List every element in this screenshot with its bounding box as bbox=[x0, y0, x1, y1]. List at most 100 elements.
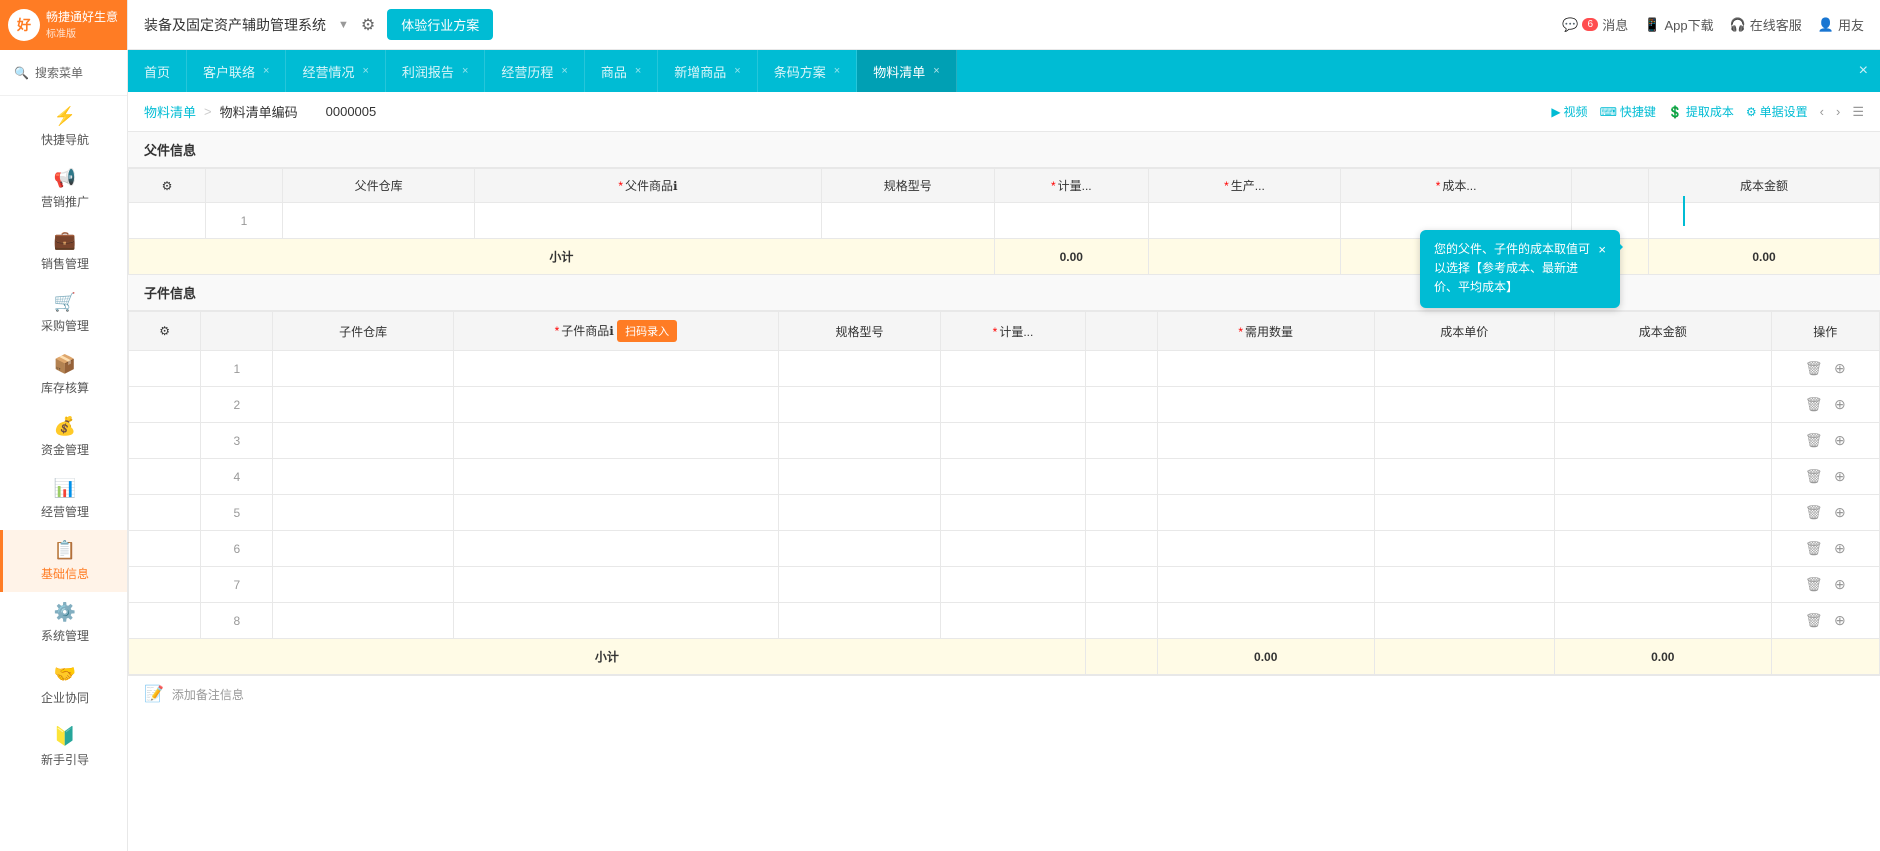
copy-button[interactable]: ⊕ bbox=[1830, 358, 1850, 379]
delete-button[interactable]: 🗑 bbox=[1801, 610, 1827, 631]
shortcut-action[interactable]: ⌨ 快捷键 bbox=[1600, 103, 1656, 120]
child-row4-price[interactable] bbox=[1374, 459, 1555, 495]
child-row4-unit[interactable] bbox=[941, 459, 1085, 495]
delete-button[interactable]: 🗑 bbox=[1801, 430, 1827, 451]
child-row7-unit[interactable] bbox=[941, 567, 1085, 603]
child-row2-price[interactable] bbox=[1374, 387, 1555, 423]
child-row8-warehouse[interactable] bbox=[273, 603, 454, 639]
sidebar-item-operations[interactable]: 📊 经营管理 bbox=[0, 468, 127, 530]
tab-profit-close[interactable]: × bbox=[462, 65, 468, 77]
child-row3-price[interactable] bbox=[1374, 423, 1555, 459]
nav-prev-icon[interactable]: ‹ bbox=[1820, 104, 1824, 119]
child-row4-qty[interactable] bbox=[1157, 459, 1374, 495]
child-row8-product[interactable] bbox=[453, 603, 778, 639]
child-row5-price[interactable] bbox=[1374, 495, 1555, 531]
parent-row-prod[interactable] bbox=[1148, 203, 1340, 239]
tab-history-close[interactable]: × bbox=[561, 65, 567, 77]
user-item[interactable]: 👤 用友 bbox=[1818, 15, 1864, 34]
child-row2-product[interactable] bbox=[453, 387, 778, 423]
search-button[interactable]: 🔍 搜索菜单 bbox=[8, 58, 119, 87]
child-row1-price[interactable] bbox=[1374, 351, 1555, 387]
delete-button[interactable]: 🗑 bbox=[1801, 574, 1827, 595]
sidebar-item-inventory[interactable]: 📦 库存核算 bbox=[0, 344, 127, 406]
child-row1-warehouse[interactable] bbox=[273, 351, 454, 387]
tab-bom[interactable]: 物料清单 × bbox=[857, 50, 956, 92]
copy-button[interactable]: ⊕ bbox=[1830, 610, 1850, 631]
sidebar-item-finance[interactable]: 💰 资金管理 bbox=[0, 406, 127, 468]
child-row1-unit[interactable] bbox=[941, 351, 1085, 387]
single-settings-action[interactable]: ⚙ 单据设置 bbox=[1746, 103, 1808, 120]
copy-button[interactable]: ⊕ bbox=[1830, 574, 1850, 595]
child-row6-unit[interactable] bbox=[941, 531, 1085, 567]
child-row5-unit[interactable] bbox=[941, 495, 1085, 531]
tooltip-close-btn[interactable]: × bbox=[1598, 240, 1606, 261]
child-row1-qty[interactable] bbox=[1157, 351, 1374, 387]
copy-button[interactable]: ⊕ bbox=[1830, 394, 1850, 415]
menu-icon[interactable]: ☰ bbox=[1852, 104, 1864, 120]
child-row3-qty[interactable] bbox=[1157, 423, 1374, 459]
child-row6-qty[interactable] bbox=[1157, 531, 1374, 567]
tab-bom-close[interactable]: × bbox=[933, 65, 939, 77]
tab-goods-close[interactable]: × bbox=[635, 65, 641, 77]
parent-row-unit[interactable] bbox=[994, 203, 1148, 239]
child-row1-product[interactable] bbox=[453, 351, 778, 387]
view-action[interactable]: ▶ 视频 bbox=[1551, 103, 1587, 120]
child-row3-unit[interactable] bbox=[941, 423, 1085, 459]
message-item[interactable]: 💬 6 消息 bbox=[1562, 15, 1628, 34]
child-row4-warehouse[interactable] bbox=[273, 459, 454, 495]
tab-history[interactable]: 经营历程 × bbox=[485, 50, 584, 92]
child-row8-unit[interactable] bbox=[941, 603, 1085, 639]
child-row7-price[interactable] bbox=[1374, 567, 1555, 603]
tab-operations-status[interactable]: 经营情况 × bbox=[286, 50, 385, 92]
scan-button[interactable]: 扫码录入 bbox=[617, 320, 677, 342]
tab-goods[interactable]: 商品 × bbox=[585, 50, 658, 92]
online-service-item[interactable]: 🎧 在线客服 bbox=[1730, 15, 1802, 34]
copy-button[interactable]: ⊕ bbox=[1830, 538, 1850, 559]
child-row2-qty[interactable] bbox=[1157, 387, 1374, 423]
child-row3-product[interactable] bbox=[453, 423, 778, 459]
sidebar-item-sales[interactable]: 💼 销售管理 bbox=[0, 220, 127, 282]
extract-cost-action[interactable]: 💲 提取成本 bbox=[1668, 103, 1734, 120]
tab-new-goods-close[interactable]: × bbox=[734, 65, 740, 77]
child-row2-unit[interactable] bbox=[941, 387, 1085, 423]
tab-home[interactable]: 首页 bbox=[128, 50, 187, 92]
child-row3-warehouse[interactable] bbox=[273, 423, 454, 459]
delete-button[interactable]: 🗑 bbox=[1801, 538, 1827, 559]
child-row7-warehouse[interactable] bbox=[273, 567, 454, 603]
sidebar-item-system[interactable]: ⚙️ 系统管理 bbox=[0, 592, 127, 654]
sidebar-item-purchase[interactable]: 🛒 采购管理 bbox=[0, 282, 127, 344]
child-row5-qty[interactable] bbox=[1157, 495, 1374, 531]
experience-button[interactable]: 体验行业方案 bbox=[387, 9, 493, 40]
parent-row-warehouse[interactable] bbox=[282, 203, 474, 239]
sidebar-item-cooperation[interactable]: 🤝 企业协同 bbox=[0, 654, 127, 716]
tab-barcode-close[interactable]: × bbox=[834, 65, 840, 77]
delete-button[interactable]: 🗑 bbox=[1801, 358, 1827, 379]
delete-button[interactable]: 🗑 bbox=[1801, 502, 1827, 523]
child-row5-warehouse[interactable] bbox=[273, 495, 454, 531]
child-row2-warehouse[interactable] bbox=[273, 387, 454, 423]
copy-button[interactable]: ⊕ bbox=[1830, 466, 1850, 487]
nav-next-icon[interactable]: › bbox=[1836, 104, 1840, 119]
tab-customer[interactable]: 客户联络 × bbox=[187, 50, 286, 92]
child-row7-product[interactable] bbox=[453, 567, 778, 603]
child-row6-product[interactable] bbox=[453, 531, 778, 567]
child-row6-warehouse[interactable] bbox=[273, 531, 454, 567]
close-all-tabs[interactable]: × bbox=[1847, 62, 1880, 80]
child-row5-product[interactable] bbox=[453, 495, 778, 531]
app-download-item[interactable]: 📱 App下载 bbox=[1644, 15, 1713, 34]
sidebar-item-marketing[interactable]: 📢 营销推广 bbox=[0, 158, 127, 220]
tab-barcode[interactable]: 条码方案 × bbox=[758, 50, 857, 92]
tab-profit[interactable]: 利润报告 × bbox=[386, 50, 485, 92]
child-row6-price[interactable] bbox=[1374, 531, 1555, 567]
tab-new-goods[interactable]: 新增商品 × bbox=[658, 50, 757, 92]
delete-button[interactable]: 🗑 bbox=[1801, 394, 1827, 415]
child-row4-product[interactable] bbox=[453, 459, 778, 495]
parent-row-product[interactable] bbox=[475, 203, 821, 239]
child-row7-qty[interactable] bbox=[1157, 567, 1374, 603]
sidebar-item-basic-info[interactable]: 📋 基础信息 bbox=[0, 530, 127, 592]
system-dropdown-arrow[interactable]: ▼ bbox=[338, 19, 349, 31]
tab-ops-close[interactable]: × bbox=[362, 65, 368, 77]
sidebar-item-quick-nav[interactable]: ⚡ 快捷导航 bbox=[0, 96, 127, 158]
sidebar-item-guide[interactable]: 🔰 新手引导 bbox=[0, 716, 127, 778]
delete-button[interactable]: 🗑 bbox=[1801, 466, 1827, 487]
